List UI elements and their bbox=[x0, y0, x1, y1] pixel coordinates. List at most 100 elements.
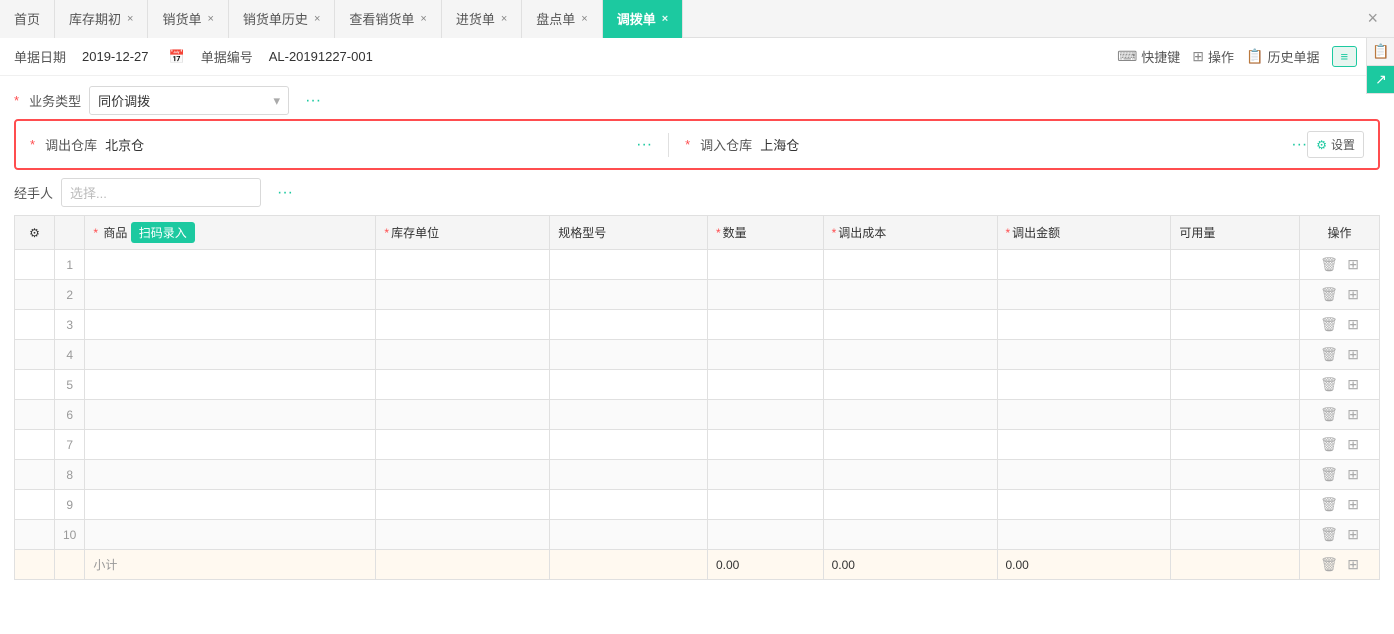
amount-cell[interactable] bbox=[997, 430, 1171, 460]
tab-view-sales[interactable]: 查看销货单 × bbox=[335, 0, 441, 38]
copy-icon[interactable]: ⊞ bbox=[1347, 286, 1359, 302]
amount-cell[interactable] bbox=[997, 250, 1171, 280]
handler-select[interactable]: 选择... bbox=[61, 178, 261, 207]
tab-transfer[interactable]: 调拨单 × bbox=[603, 0, 683, 38]
cost-cell[interactable] bbox=[823, 460, 997, 490]
sidebar-notes-icon[interactable]: 📋 bbox=[1367, 38, 1394, 66]
unit-cell[interactable] bbox=[376, 520, 550, 550]
product-cell[interactable] bbox=[85, 430, 376, 460]
spec-cell[interactable] bbox=[550, 550, 708, 580]
out-warehouse-more-icon[interactable]: ··· bbox=[636, 136, 652, 154]
available-cell[interactable] bbox=[1171, 490, 1300, 520]
spec-cell[interactable] bbox=[550, 250, 708, 280]
product-cell[interactable] bbox=[85, 460, 376, 490]
cost-cell[interactable] bbox=[823, 370, 997, 400]
amount-cell[interactable] bbox=[997, 460, 1171, 490]
product-cell[interactable] bbox=[85, 280, 376, 310]
product-cell[interactable] bbox=[85, 340, 376, 370]
calendar-icon[interactable]: 📅 bbox=[169, 49, 185, 65]
scan-entry-button[interactable]: 扫码录入 bbox=[131, 222, 195, 243]
quantity-cell[interactable] bbox=[707, 310, 823, 340]
copy-icon[interactable]: ⊞ bbox=[1347, 316, 1359, 332]
cost-cell[interactable] bbox=[823, 250, 997, 280]
layout-toggle-list[interactable]: ≡ bbox=[1332, 46, 1358, 67]
amount-cell[interactable] bbox=[997, 340, 1171, 370]
unit-cell[interactable] bbox=[376, 370, 550, 400]
delete-icon[interactable]: 🗑 bbox=[1320, 286, 1338, 302]
quantity-cell[interactable]: 0.00 bbox=[707, 550, 823, 580]
spec-cell[interactable] bbox=[550, 400, 708, 430]
in-warehouse-more-icon[interactable]: ··· bbox=[1291, 136, 1307, 154]
quantity-cell[interactable] bbox=[707, 250, 823, 280]
copy-icon[interactable]: ⊞ bbox=[1347, 466, 1359, 482]
tab-sales-history[interactable]: 销货单历史 × bbox=[229, 0, 335, 38]
tab-close-purchase[interactable]: × bbox=[501, 13, 507, 25]
copy-icon[interactable]: ⊞ bbox=[1347, 496, 1359, 512]
available-cell[interactable] bbox=[1171, 430, 1300, 460]
spec-cell[interactable] bbox=[550, 280, 708, 310]
quantity-cell[interactable] bbox=[707, 460, 823, 490]
tab-inventory-init[interactable]: 库存期初 × bbox=[55, 0, 148, 38]
quantity-cell[interactable] bbox=[707, 400, 823, 430]
handler-more-icon[interactable]: ··· bbox=[277, 184, 293, 202]
available-cell[interactable] bbox=[1171, 370, 1300, 400]
amount-cell[interactable] bbox=[997, 520, 1171, 550]
product-cell[interactable]: 小计 bbox=[85, 550, 376, 580]
cost-cell[interactable] bbox=[823, 310, 997, 340]
copy-icon[interactable]: ⊞ bbox=[1347, 346, 1359, 362]
delete-icon[interactable]: 🗑 bbox=[1320, 496, 1338, 512]
unit-cell[interactable] bbox=[376, 340, 550, 370]
unit-cell[interactable] bbox=[376, 400, 550, 430]
delete-icon[interactable]: 🗑 bbox=[1320, 256, 1338, 272]
quantity-cell[interactable] bbox=[707, 280, 823, 310]
tab-stocktake[interactable]: 盘点单 × bbox=[522, 0, 602, 38]
cost-cell[interactable] bbox=[823, 340, 997, 370]
tab-close-inventory-init[interactable]: × bbox=[127, 13, 133, 25]
unit-cell[interactable] bbox=[376, 490, 550, 520]
available-cell[interactable] bbox=[1171, 280, 1300, 310]
cost-cell[interactable] bbox=[823, 430, 997, 460]
available-cell[interactable] bbox=[1171, 250, 1300, 280]
unit-cell[interactable] bbox=[376, 250, 550, 280]
copy-icon[interactable]: ⊞ bbox=[1347, 406, 1359, 422]
tab-home[interactable]: 首页 bbox=[0, 0, 55, 38]
spec-cell[interactable] bbox=[550, 370, 708, 400]
spec-cell[interactable] bbox=[550, 430, 708, 460]
amount-cell[interactable]: 0.00 bbox=[997, 550, 1171, 580]
spec-cell[interactable] bbox=[550, 310, 708, 340]
available-cell[interactable] bbox=[1171, 550, 1300, 580]
tab-close-sales-order[interactable]: × bbox=[207, 13, 213, 25]
product-cell[interactable] bbox=[85, 370, 376, 400]
tab-close-stocktake[interactable]: × bbox=[581, 13, 587, 25]
available-cell[interactable] bbox=[1171, 400, 1300, 430]
copy-icon[interactable]: ⊞ bbox=[1347, 376, 1359, 392]
amount-cell[interactable] bbox=[997, 400, 1171, 430]
available-cell[interactable] bbox=[1171, 460, 1300, 490]
product-cell[interactable] bbox=[85, 490, 376, 520]
delete-icon[interactable]: 🗑 bbox=[1320, 436, 1338, 452]
quantity-cell[interactable] bbox=[707, 520, 823, 550]
delete-icon[interactable]: 🗑 bbox=[1320, 406, 1338, 422]
quantity-cell[interactable] bbox=[707, 340, 823, 370]
spec-cell[interactable] bbox=[550, 490, 708, 520]
copy-icon[interactable]: ⊞ bbox=[1347, 436, 1359, 452]
tab-sales-order[interactable]: 销货单 × bbox=[148, 0, 228, 38]
unit-cell[interactable] bbox=[376, 550, 550, 580]
cost-cell[interactable] bbox=[823, 280, 997, 310]
copy-icon[interactable]: ⊞ bbox=[1347, 556, 1359, 572]
cost-cell[interactable] bbox=[823, 520, 997, 550]
sidebar-expand-icon[interactable]: ↗ bbox=[1367, 66, 1394, 94]
unit-cell[interactable] bbox=[376, 310, 550, 340]
business-type-more-icon[interactable]: ··· bbox=[305, 92, 321, 110]
delete-icon[interactable]: 🗑 bbox=[1320, 346, 1338, 362]
product-cell[interactable] bbox=[85, 520, 376, 550]
available-cell[interactable] bbox=[1171, 340, 1300, 370]
delete-icon[interactable]: 🗑 bbox=[1320, 526, 1338, 542]
settings-button[interactable]: ⚙ 设置 bbox=[1307, 131, 1364, 158]
available-cell[interactable] bbox=[1171, 520, 1300, 550]
tab-close-transfer[interactable]: × bbox=[662, 13, 668, 25]
unit-cell[interactable] bbox=[376, 280, 550, 310]
spec-cell[interactable] bbox=[550, 520, 708, 550]
available-cell[interactable] bbox=[1171, 310, 1300, 340]
cost-cell[interactable] bbox=[823, 490, 997, 520]
